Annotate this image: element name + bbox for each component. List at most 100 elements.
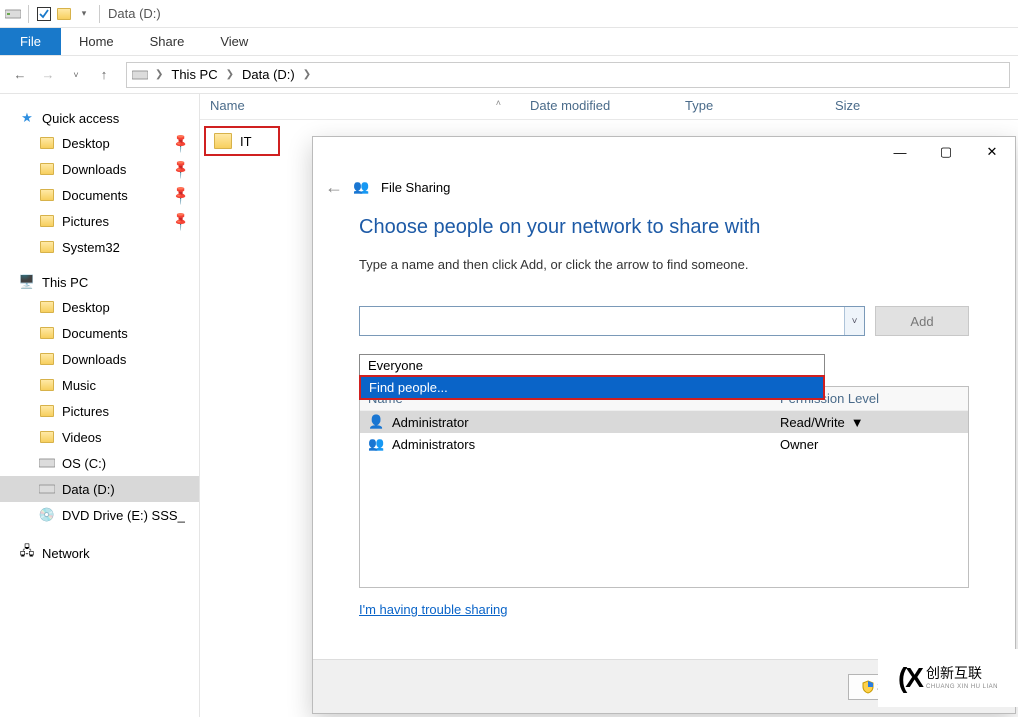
column-headers: Name˄ Date modified Type Size <box>200 94 1018 120</box>
nav-group-quick-access: ★ Quick access Desktop📌 Downloads📌 Docum… <box>0 106 199 260</box>
chevron-right-icon[interactable]: ❯ <box>220 69 240 80</box>
nav-item-videos[interactable]: Videos <box>0 424 199 450</box>
folder-icon <box>38 431 56 443</box>
window-title: Data (D:) <box>108 6 161 21</box>
column-date-modified[interactable]: Date modified <box>520 94 675 119</box>
dialog-subtext: Type a name and then click Add, or click… <box>359 257 969 272</box>
dialog-titlebar: — ▢ ✕ <box>313 137 1015 167</box>
share-list: Name Permission Level 👤 Administrator Re… <box>359 386 969 588</box>
back-icon[interactable]: ← <box>325 177 343 198</box>
back-button[interactable]: ← <box>8 63 32 87</box>
folder-icon <box>38 301 56 313</box>
dropdown-item-find-people[interactable]: Find people... <box>359 375 825 400</box>
folder-icon <box>38 189 56 201</box>
minimize-button[interactable]: — <box>877 137 923 167</box>
trouble-sharing-link[interactable]: I'm having trouble sharing <box>359 602 507 617</box>
nav-item-data-d[interactable]: Data (D:) <box>0 476 199 502</box>
breadcrumb-segment[interactable]: This PC <box>169 67 219 82</box>
nav-item-os-c[interactable]: OS (C:) <box>0 450 199 476</box>
drive-icon <box>38 457 56 469</box>
file-sharing-dialog: — ▢ ✕ ← 👥 File Sharing Choose people on … <box>312 136 1016 714</box>
folder-icon <box>38 163 56 175</box>
add-people-combobox: ˅ <box>359 306 865 336</box>
nav-group-network: 🖧 Network <box>0 538 199 568</box>
dropdown-item-everyone[interactable]: Everyone <box>360 355 824 376</box>
nav-item-downloads[interactable]: Downloads📌 <box>0 156 199 182</box>
network-icon: 🖧 <box>18 542 36 564</box>
up-button[interactable]: ↑ <box>92 63 116 87</box>
add-button[interactable]: Add <box>875 306 969 336</box>
close-button[interactable]: ✕ <box>969 137 1015 167</box>
folder-icon <box>214 133 232 149</box>
nav-header-quick-access[interactable]: ★ Quick access <box>0 106 199 130</box>
people-icon: 👥 <box>353 179 371 197</box>
file-name: IT <box>240 134 252 149</box>
watermark-text: 创新互联CHUANG XIN HU LIAN <box>926 666 998 691</box>
chevron-right-icon[interactable]: ❯ <box>297 69 317 80</box>
chevron-right-icon[interactable]: ❯ <box>149 69 169 80</box>
dialog-header: ← 👥 File Sharing <box>313 167 1015 198</box>
nav-item-desktop[interactable]: Desktop <box>0 294 199 320</box>
add-people-input[interactable] <box>360 307 844 335</box>
dialog-heading: Choose people on your network to share w… <box>359 216 969 239</box>
folder-icon <box>38 379 56 391</box>
column-name[interactable]: Name˄ <box>200 94 520 119</box>
folder-icon <box>38 241 56 253</box>
group-icon: 👥 <box>368 436 386 452</box>
folder-icon <box>38 405 56 417</box>
sort-indicator-icon: ˄ <box>496 98 501 108</box>
nav-item-documents[interactable]: Documents📌 <box>0 182 199 208</box>
tab-share[interactable]: Share <box>132 28 203 55</box>
recent-dropdown[interactable]: ˅ <box>64 63 88 87</box>
breadcrumb[interactable]: ❯ This PC ❯ Data (D:) ❯ <box>126 62 1010 88</box>
nav-group-this-pc: 🖥️ This PC Desktop Documents Downloads M… <box>0 270 199 528</box>
watermark-logo: (X <box>898 662 922 694</box>
user-icon: 👤 <box>368 414 386 430</box>
folder-icon <box>38 327 56 339</box>
add-people-row: ˅ Add <box>359 306 969 336</box>
pin-icon: 📌 <box>170 184 193 207</box>
nav-item-desktop[interactable]: Desktop📌 <box>0 130 199 156</box>
nav-header-this-pc[interactable]: 🖥️ This PC <box>0 270 199 294</box>
tab-view[interactable]: View <box>202 28 266 55</box>
qat-dropdown-icon[interactable]: ▾ <box>75 5 93 23</box>
nav-item-dvd-e[interactable]: 💿DVD Drive (E:) SSS_ <box>0 502 199 528</box>
nav-item-downloads[interactable]: Downloads <box>0 346 199 372</box>
computer-icon: 🖥️ <box>18 274 36 290</box>
file-row-it[interactable]: IT <box>204 126 280 156</box>
add-people-dropdown-list: Everyone Find people... <box>359 354 825 400</box>
shield-icon <box>861 680 875 694</box>
dialog-body: Choose people on your network to share w… <box>313 198 1015 659</box>
nav-item-documents[interactable]: Documents <box>0 320 199 346</box>
nav-header-network[interactable]: 🖧 Network <box>0 538 199 568</box>
nav-item-pictures[interactable]: Pictures📌 <box>0 208 199 234</box>
share-row-administrator[interactable]: 👤 Administrator Read/Write▼ <box>360 411 968 433</box>
nav-item-music[interactable]: Music <box>0 372 199 398</box>
share-row-administrators[interactable]: 👥 Administrators Owner <box>360 433 968 455</box>
nav-item-pictures[interactable]: Pictures <box>0 398 199 424</box>
quick-access-toolbar: ▾ <box>4 5 104 23</box>
pin-icon: 📌 <box>170 132 193 155</box>
tab-file[interactable]: File <box>0 28 61 55</box>
checkbox-icon[interactable] <box>35 5 53 23</box>
folder-icon <box>38 137 56 149</box>
pin-icon: 📌 <box>170 158 193 181</box>
navigation-pane: ★ Quick access Desktop📌 Downloads📌 Docum… <box>0 94 200 717</box>
drive-icon <box>38 483 56 495</box>
pin-icon: 📌 <box>170 210 193 233</box>
folder-icon <box>38 215 56 227</box>
dropdown-button[interactable]: ˅ <box>844 307 864 335</box>
breadcrumb-segment[interactable]: Data (D:) <box>240 67 297 82</box>
tab-home[interactable]: Home <box>61 28 132 55</box>
chevron-down-icon: ˅ <box>852 316 858 327</box>
nav-item-system32[interactable]: System32 <box>0 234 199 260</box>
folder-icon <box>55 5 73 23</box>
column-type[interactable]: Type <box>675 94 825 119</box>
maximize-button[interactable]: ▢ <box>923 137 969 167</box>
disc-icon: 💿 <box>38 507 56 523</box>
column-size[interactable]: Size <box>825 94 1018 119</box>
forward-button[interactable]: → <box>36 63 60 87</box>
permission-dropdown[interactable]: Read/Write▼ <box>780 415 960 430</box>
watermark: (X 创新互联CHUANG XIN HU LIAN <box>878 649 1018 707</box>
chevron-down-icon: ▼ <box>851 415 864 430</box>
